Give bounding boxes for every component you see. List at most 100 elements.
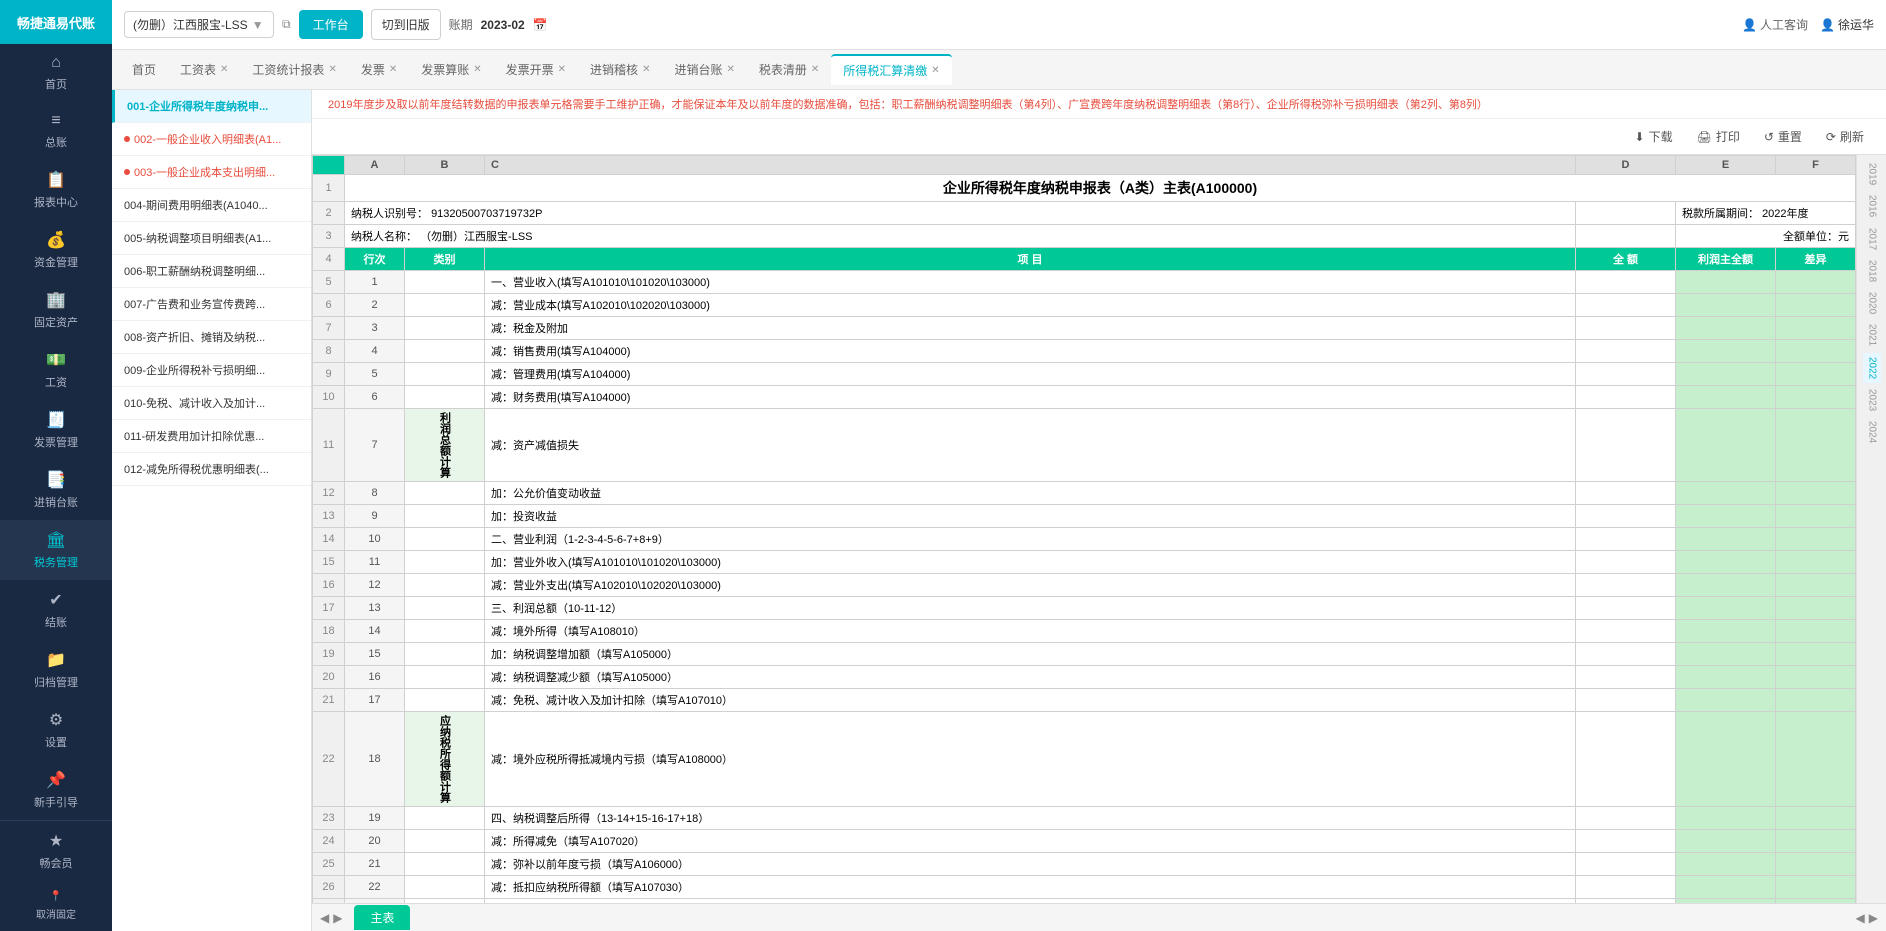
sidebar-item-label: 税务管理 <box>34 554 78 570</box>
taxpayer-name-cell: 纳税人名称： （勿删）江西服宝-LSS <box>345 225 1576 248</box>
table-row: 128加：公允价值变动收益 <box>313 482 1856 505</box>
close-tab-sales-ledger[interactable]: ✕ <box>726 64 734 75</box>
copy-icon[interactable]: ⧉ <box>282 17 291 32</box>
col-header-idx <box>313 156 345 175</box>
timeline-2018[interactable]: 2018 <box>1863 256 1881 286</box>
table-row: 2 纳税人识别号： 91320500703719732P 税款所属期间： 202… <box>313 202 1856 225</box>
table-row: 2622减：抵扣应纳税所得额（填写A107030） <box>313 876 1856 899</box>
sidebar-item-ledger[interactable]: ≡ 总账 <box>0 102 112 160</box>
calendar-icon[interactable]: 📅 <box>533 18 548 32</box>
timeline-2020[interactable]: 2020 <box>1863 288 1881 318</box>
left-panel-item-012[interactable]: 012-减免所得税优惠明细表(... <box>112 453 311 486</box>
close-tab-invoice[interactable]: ✕ <box>389 64 397 75</box>
left-panel-item-006[interactable]: 006-职工薪酬纳税调整明细... <box>112 255 311 288</box>
sidebar-item-sales-purchase[interactable]: 📑 进销台账 <box>0 460 112 520</box>
timeline-2022[interactable]: 2022 <box>1863 353 1881 383</box>
error-dot <box>124 136 130 142</box>
sidebar-item-asset-mgmt[interactable]: 💰 资金管理 <box>0 220 112 280</box>
prev-sheet-icon[interactable]: ◀ <box>320 911 329 925</box>
print-button[interactable]: 🖨 打印 <box>1691 125 1746 148</box>
timeline-2019[interactable]: 2019 <box>1863 159 1881 189</box>
company-name: (勿删）江西服宝-LSS <box>133 16 248 33</box>
sidebar-item-label: 工资 <box>45 374 67 390</box>
tab-tax-clear[interactable]: 税表清册 ✕ <box>747 55 831 84</box>
unpin-button[interactable]: 📍 取消固定 <box>0 881 112 931</box>
tab-invoice-calc[interactable]: 发票算账 ✕ <box>409 55 493 84</box>
left-panel-item-003[interactable]: 003-一般企业成本支出明细... <box>112 156 311 189</box>
left-panel-item-009[interactable]: 009-企业所得税补亏损明细... <box>112 354 311 387</box>
company-selector[interactable]: (勿删）江西服宝-LSS ▼ <box>124 11 274 38</box>
tab-invoice[interactable]: 发票 ✕ <box>349 55 409 84</box>
table-row: 73减：税金及附加 <box>313 317 1856 340</box>
left-panel-item-002[interactable]: 002-一般企业收入明细表(A1... <box>112 123 311 156</box>
report-title: 企业所得税年度纳税申报表（A类）主表(A100000) <box>345 175 1856 202</box>
reset-button[interactable]: ↺ 重置 <box>1758 125 1808 148</box>
download-icon: ⬇ <box>1635 130 1645 144</box>
close-accounts-icon: ✔ <box>49 590 62 610</box>
table-row: 139加：投资收益 <box>313 505 1856 528</box>
tab-home[interactable]: 首页 <box>120 55 168 84</box>
left-panel-item-011[interactable]: 011-研发费用加计扣除优惠... <box>112 420 311 453</box>
timeline-2017[interactable]: 2017 <box>1863 224 1881 254</box>
left-panel-item-008[interactable]: 008-资产折旧、摊销及纳税... <box>112 321 311 354</box>
close-tab-payroll-report[interactable]: ✕ <box>328 64 336 75</box>
sidebar-item-settings[interactable]: ⚙ 设置 <box>0 700 112 760</box>
close-tab-sales-check[interactable]: ✕ <box>642 64 650 75</box>
workbench-button[interactable]: 工作台 <box>299 10 363 39</box>
sidebar-item-label: 固定资产 <box>34 314 78 330</box>
tab-payroll[interactable]: 工资表 ✕ <box>168 55 240 84</box>
timeline-2021[interactable]: 2021 <box>1863 320 1881 350</box>
next-sheet-icon[interactable]: ▶ <box>333 911 342 925</box>
col-header-e: E <box>1676 156 1776 175</box>
left-panel-item-001[interactable]: 001-企业所得税年度纳税申... <box>112 90 311 123</box>
settings-icon: ⚙ <box>49 710 63 730</box>
download-button[interactable]: ⬇ 下载 <box>1629 125 1679 148</box>
error-dot <box>124 169 130 175</box>
taxpayer-id-cell: 纳税人识别号： 91320500703719732P <box>345 202 1576 225</box>
accounting-period-value: 2023-02 <box>481 18 525 32</box>
sidebar-item-new-guide[interactable]: 📌 新手引导 <box>0 760 112 820</box>
scroll-left-icon[interactable]: ◀ <box>1856 911 1865 925</box>
close-tab-tax-clear[interactable]: ✕ <box>811 64 819 75</box>
tab-sales-check[interactable]: 进销稽核 ✕ <box>578 55 662 84</box>
tab-income-tax[interactable]: 所得税汇算清缴 ✕ <box>831 54 951 85</box>
sidebar-item-tax-mgmt[interactable]: 🏛 税务管理 <box>0 520 112 580</box>
close-tab-invoice-calc[interactable]: ✕ <box>473 64 481 75</box>
left-panel-item-007[interactable]: 007-广告费和业务宣传费跨... <box>112 288 311 321</box>
close-tab-invoice-issue[interactable]: ✕ <box>558 64 566 75</box>
asset-icon: 💰 <box>46 230 66 250</box>
spreadsheet[interactable]: A B C D E F <box>312 155 1856 903</box>
sidebar-item-archive[interactable]: 📁 归档管理 <box>0 640 112 700</box>
timeline-panel: 2019 2016 2017 2018 2020 2021 2022 2023 … <box>1856 155 1886 903</box>
left-panel-item-010[interactable]: 010-免税、减计收入及加计... <box>112 387 311 420</box>
service-button[interactable]: 👤 人工客询 <box>1742 16 1808 33</box>
tab-sales-ledger[interactable]: 进销台账 ✕ <box>662 55 746 84</box>
table-row: 2420减：所得减免（填写A107020） <box>313 830 1856 853</box>
timeline-2023[interactable]: 2023 <box>1863 385 1881 415</box>
left-panel-item-005[interactable]: 005-纳税调整项目明细表(A1... <box>112 222 311 255</box>
accounting-period-label: 账期 <box>449 16 473 33</box>
sidebar-item-payroll[interactable]: 💵 工资 <box>0 340 112 400</box>
tab-invoice-issue[interactable]: 发票开票 ✕ <box>494 55 578 84</box>
table-row: 2218应纳税所得额计算减：境外应税所得抵减境内亏损（填写A108000） <box>313 712 1856 807</box>
table-row: 106减：财务费用(填写A104000) <box>313 386 1856 409</box>
tab-payroll-report[interactable]: 工资统计报表 ✕ <box>240 55 348 84</box>
sidebar-item-invoice-mgmt[interactable]: 🧾 发票管理 <box>0 400 112 460</box>
sidebar-item-member[interactable]: ★ 畅会员 <box>0 821 112 881</box>
sheet-tab-main[interactable]: 主表 <box>354 905 410 930</box>
scroll-right-icon[interactable]: ▶ <box>1869 911 1878 925</box>
close-tab-income-tax[interactable]: ✕ <box>931 65 939 76</box>
user-profile[interactable]: 👤 徐运华 <box>1820 16 1874 33</box>
table-row: 1713三、利润总额（10-11-12） <box>313 597 1856 620</box>
sidebar-item-fixed-asset[interactable]: 🏢 固定资产 <box>0 280 112 340</box>
sidebar-item-close-accounts[interactable]: ✔ 结账 <box>0 580 112 640</box>
close-tab-payroll[interactable]: ✕ <box>220 64 228 75</box>
currency-cell: 全额单位：元 <box>1676 225 1856 248</box>
left-panel-item-004[interactable]: 004-期间费用明细表(A1040... <box>112 189 311 222</box>
sidebar-item-home[interactable]: ⌂ 首页 <box>0 44 112 102</box>
refresh-button[interactable]: ⟳ 刷新 <box>1820 125 1870 148</box>
timeline-2024[interactable]: 2024 <box>1863 417 1881 447</box>
sidebar-item-report[interactable]: 📋 报表中心 <box>0 160 112 220</box>
switch-version-button[interactable]: 切到旧版 <box>371 9 441 40</box>
timeline-2016[interactable]: 2016 <box>1863 191 1881 221</box>
